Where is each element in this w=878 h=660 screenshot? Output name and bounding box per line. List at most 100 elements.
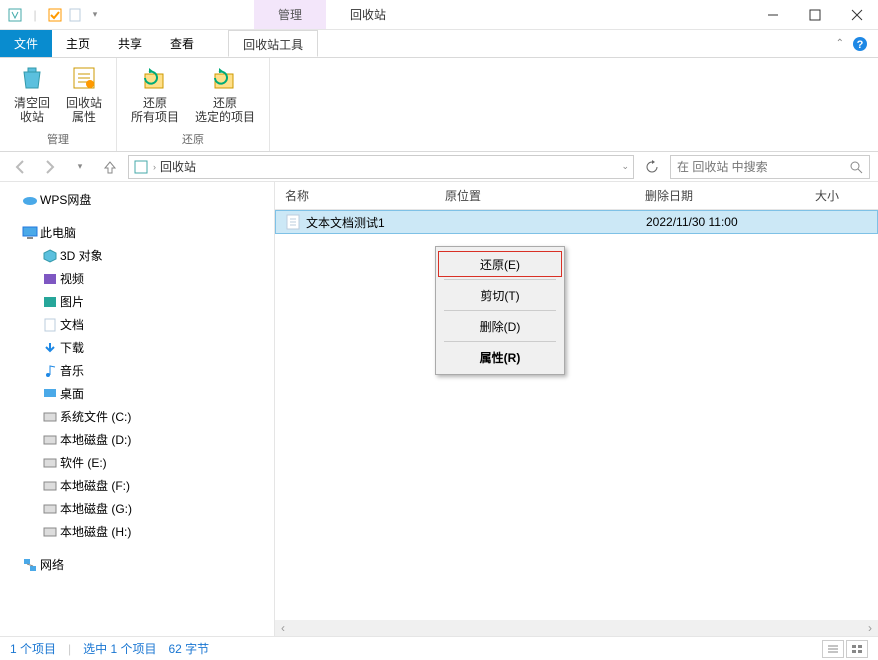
navigation-pane: WPS网盘 此电脑 3D 对象 视频 图片 文档 下载: [0, 182, 275, 636]
search-box[interactable]: [670, 155, 870, 179]
tab-view[interactable]: 查看: [156, 30, 208, 57]
restore-selected-icon: [209, 62, 241, 94]
col-name[interactable]: 名称: [275, 187, 435, 204]
search-input[interactable]: [677, 160, 849, 174]
ribbon-group-label-manage: 管理: [10, 129, 106, 149]
qat-separator: |: [26, 6, 44, 24]
videos-icon: [40, 271, 60, 287]
menu-cut[interactable]: 剪切(T): [438, 282, 562, 308]
restore-all-icon: [139, 62, 171, 94]
window-title: 回收站: [326, 0, 410, 29]
nav-drive-e[interactable]: 软件 (E:): [0, 451, 274, 474]
drive-icon: [40, 455, 60, 471]
nav-pictures[interactable]: 图片: [0, 290, 274, 313]
recycle-bin-properties-button[interactable]: 回收站 属性: [62, 62, 106, 124]
drive-icon: [40, 524, 60, 540]
file-list: 名称 原位置 删除日期 大小 文本文档测试1 2022/11/30 11:00 …: [275, 182, 878, 636]
nav-music[interactable]: 音乐: [0, 359, 274, 382]
tab-recycle-bin-tools[interactable]: 回收站工具: [228, 30, 318, 57]
scroll-right-icon[interactable]: ›: [862, 621, 878, 635]
ribbon-group-restore: 还原 所有项目 还原 选定的项目 还原: [117, 58, 270, 151]
qat-dropdown-icon[interactable]: ▾: [86, 6, 104, 24]
col-original-location[interactable]: 原位置: [435, 187, 635, 204]
nav-network[interactable]: 网络: [0, 553, 274, 576]
address-dropdown-icon[interactable]: ⌄: [621, 161, 629, 172]
status-bytes: 62 字节: [168, 640, 209, 657]
search-icon[interactable]: [849, 160, 863, 174]
3d-objects-icon: [40, 248, 60, 264]
minimize-button[interactable]: [752, 0, 794, 30]
view-thumbnails-button[interactable]: [846, 640, 868, 658]
back-button[interactable]: [8, 155, 32, 179]
address-bar: ▾ › 回收站 ⌄: [0, 152, 878, 182]
properties-icon: [68, 62, 100, 94]
nav-this-pc[interactable]: 此电脑: [0, 221, 274, 244]
nav-videos[interactable]: 视频: [0, 267, 274, 290]
nav-desktop[interactable]: 桌面: [0, 382, 274, 405]
file-name: 文本文档测试1: [306, 214, 385, 231]
column-headers: 名称 原位置 删除日期 大小: [275, 182, 878, 210]
tab-file[interactable]: 文件: [0, 30, 52, 57]
status-item-count: 1 个项目: [10, 640, 56, 657]
refresh-button[interactable]: [640, 155, 664, 179]
drive-icon: [40, 432, 60, 448]
close-button[interactable]: [836, 0, 878, 30]
music-icon: [40, 363, 60, 379]
text-file-icon: [286, 214, 300, 230]
desktop-icon: [40, 386, 60, 402]
tabbar: 文件 主页 共享 查看 回收站工具 ⌃ ?: [0, 30, 878, 58]
menu-properties[interactable]: 属性(R): [438, 344, 562, 370]
up-button[interactable]: [98, 155, 122, 179]
tab-home[interactable]: 主页: [52, 30, 104, 57]
ribbon-group-manage: 清空回 收站 回收站 属性 管理: [0, 58, 117, 151]
file-row[interactable]: 文本文档测试1 2022/11/30 11:00: [275, 210, 878, 234]
qat-document-icon[interactable]: [66, 6, 84, 24]
nav-downloads[interactable]: 下载: [0, 336, 274, 359]
drive-icon: [40, 409, 60, 425]
breadcrumb[interactable]: 回收站: [160, 158, 196, 175]
ribbon-group-label-restore: 还原: [127, 129, 259, 149]
titlebar: | ▾ 管理 回收站: [0, 0, 878, 30]
empty-recycle-bin-button[interactable]: 清空回 收站: [10, 62, 54, 124]
this-pc-icon: [20, 225, 40, 241]
nav-drive-g[interactable]: 本地磁盘 (G:): [0, 497, 274, 520]
view-details-button[interactable]: [822, 640, 844, 658]
nav-drive-d[interactable]: 本地磁盘 (D:): [0, 428, 274, 451]
empty-bin-icon: [16, 62, 48, 94]
network-icon: [20, 557, 40, 573]
forward-button[interactable]: [38, 155, 62, 179]
horizontal-scrollbar[interactable]: ‹ ›: [275, 620, 878, 636]
recycle-bin-crumb-icon: [133, 159, 149, 175]
pictures-icon: [40, 294, 60, 310]
menu-restore[interactable]: 还原(E): [438, 251, 562, 277]
downloads-icon: [40, 340, 60, 356]
nav-drive-f[interactable]: 本地磁盘 (F:): [0, 474, 274, 497]
drive-icon: [40, 478, 60, 494]
documents-icon: [40, 317, 60, 333]
maximize-button[interactable]: [794, 0, 836, 30]
scroll-left-icon[interactable]: ‹: [275, 621, 291, 635]
col-delete-date[interactable]: 删除日期: [635, 187, 805, 204]
help-icon[interactable]: ?: [852, 36, 868, 52]
address-path[interactable]: › 回收站 ⌄: [128, 155, 634, 179]
status-selected-count: 选中 1 个项目: [83, 640, 156, 657]
ribbon: 清空回 收站 回收站 属性 管理 还原 所有项目 还原 选定的项目 还原: [0, 58, 878, 152]
nav-drive-c[interactable]: 系统文件 (C:): [0, 405, 274, 428]
recent-locations-button[interactable]: ▾: [68, 155, 92, 179]
nav-wps[interactable]: WPS网盘: [0, 188, 274, 211]
nav-documents[interactable]: 文档: [0, 313, 274, 336]
contextual-tab-header: 管理: [254, 0, 326, 29]
nav-drive-h[interactable]: 本地磁盘 (H:): [0, 520, 274, 543]
file-delete-date: 2022/11/30 11:00: [636, 215, 806, 229]
recycle-bin-icon: [6, 6, 24, 24]
drive-icon: [40, 501, 60, 517]
tab-share[interactable]: 共享: [104, 30, 156, 57]
restore-selected-button[interactable]: 还原 选定的项目: [191, 62, 259, 124]
wps-cloud-icon: [20, 192, 40, 208]
qat-checkbox-icon[interactable]: [46, 6, 64, 24]
restore-all-button[interactable]: 还原 所有项目: [127, 62, 183, 124]
nav-3d-objects[interactable]: 3D 对象: [0, 244, 274, 267]
menu-delete[interactable]: 删除(D): [438, 313, 562, 339]
col-size[interactable]: 大小: [805, 187, 865, 204]
collapse-ribbon-icon[interactable]: ⌃: [836, 38, 844, 49]
